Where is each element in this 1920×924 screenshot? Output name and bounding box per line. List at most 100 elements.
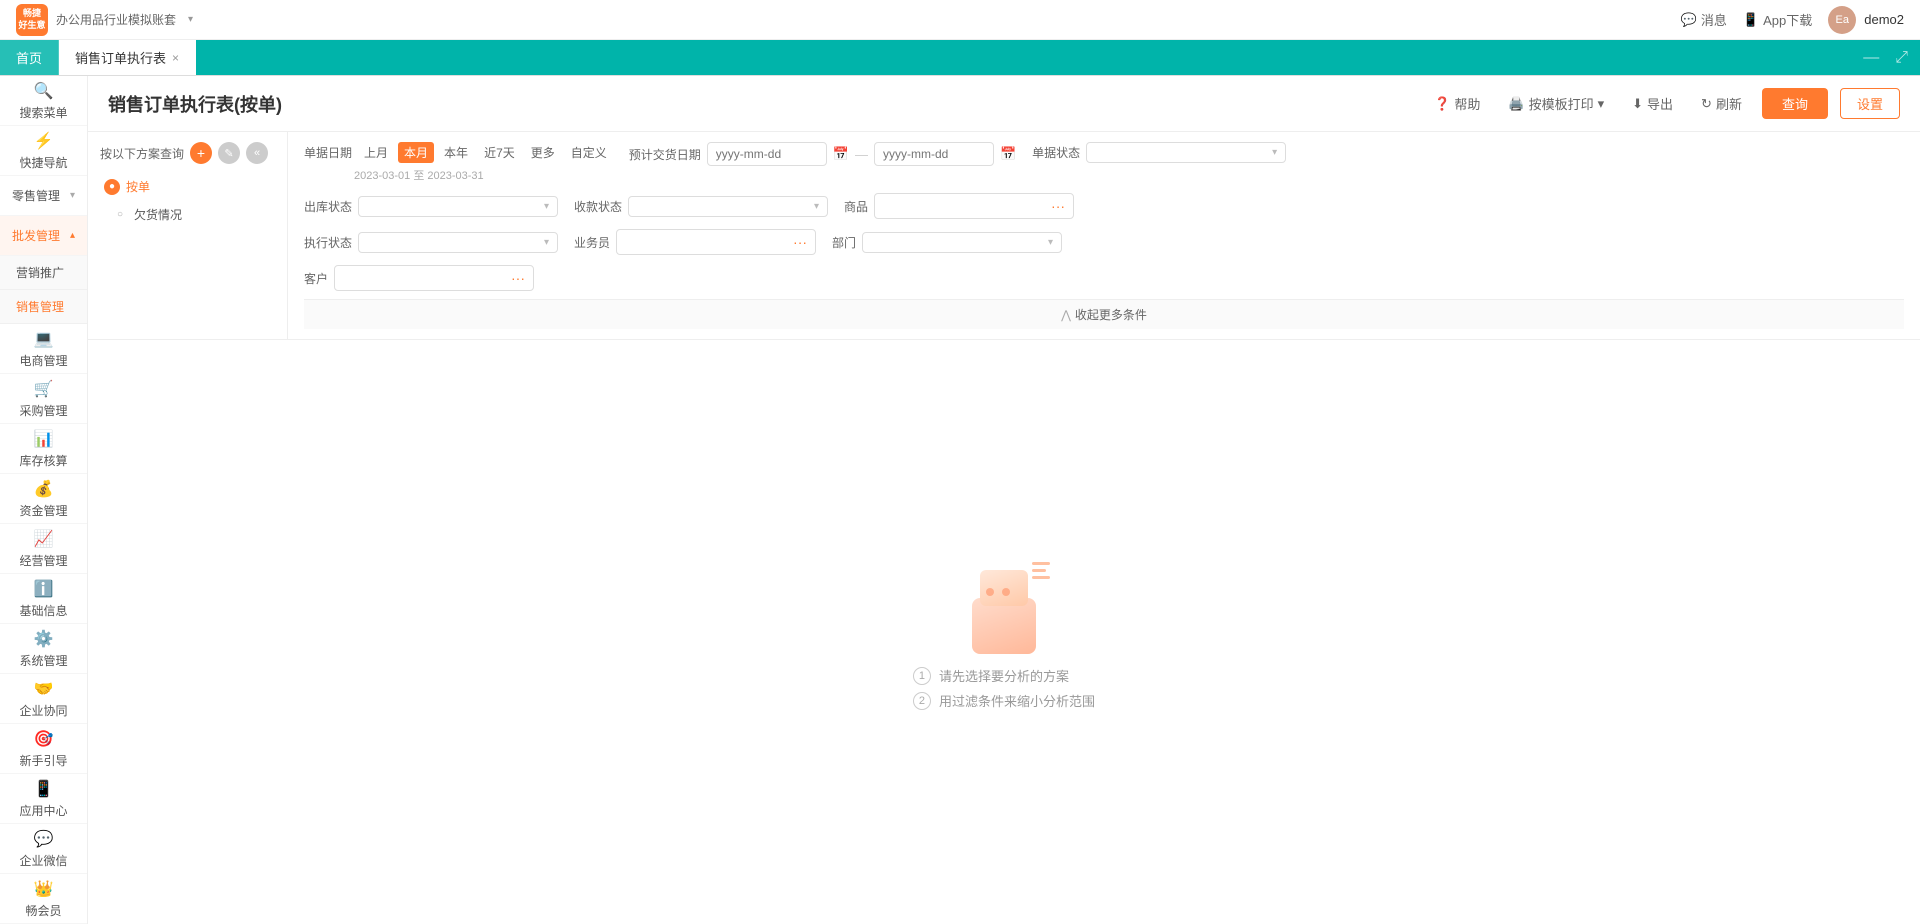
empty-line-1 <box>1032 562 1050 565</box>
date-tab-more[interactable]: 更多 <box>525 142 561 163</box>
tab-active[interactable]: 销售订单执行表 × <box>59 40 196 75</box>
user-section[interactable]: Ea demo2 <box>1828 6 1904 34</box>
customer-dots-icon[interactable]: ··· <box>511 270 525 286</box>
goods-dots-icon[interactable]: ··· <box>1051 198 1065 214</box>
refresh-icon: ↻ <box>1701 96 1712 112</box>
scheme-item-order[interactable]: ● 按单 <box>100 172 275 201</box>
expected-date-start[interactable] <box>707 142 827 166</box>
finance-label: 资金管理 <box>19 502 67 519</box>
message-label: 消息 <box>1701 10 1727 29</box>
scheme-edit-btn[interactable]: ✎ <box>218 142 240 164</box>
empty-box-body <box>972 598 1036 654</box>
sidebar-item-search[interactable]: 🔍 搜索菜单 <box>0 76 87 126</box>
message-icon: 💬 <box>1681 12 1697 28</box>
cal-icon-end: 📅 <box>1000 146 1016 162</box>
basic-info-label: 基础信息 <box>19 602 67 619</box>
sidebar-item-system[interactable]: ⚙️ 系统管理 <box>0 624 87 674</box>
filter-panel: 单据日期 上月 本月 本年 近7天 更多 自定义 2023-03-01 至 20… <box>288 132 1920 339</box>
out-status-select[interactable]: ▾ <box>358 196 558 217</box>
sidebar-item-member[interactable]: 👑 畅会员 <box>0 874 87 924</box>
header-right: 💬 消息 📱 App下载 Ea demo2 <box>1681 6 1904 34</box>
hint-num-1: 1 <box>913 667 931 685</box>
sidebar-item-marketing[interactable]: 营销推广 <box>0 256 87 290</box>
collapse-row[interactable]: ⋀ 收起更多条件 <box>304 299 1904 329</box>
scheme-item-order-label: 按单 <box>126 178 150 195</box>
content-area: 销售订单执行表(按单) ❓ 帮助 🖨️ 按模板打印 ▾ ⬇ 导出 ↻ 刷新 <box>88 76 1920 924</box>
scheme-item-debt[interactable]: ○ 欠货情况 <box>100 201 275 228</box>
date-range-text: 2023-03-01 至 2023-03-31 <box>354 167 613 183</box>
sidebar-item-wholesale[interactable]: 批发管理 ▴ <box>0 216 87 256</box>
scheme-active-dot: ● <box>104 179 120 195</box>
salesman-dots-icon[interactable]: ··· <box>793 234 807 250</box>
message-action[interactable]: 💬 消息 <box>1681 10 1727 29</box>
expected-date-end[interactable] <box>874 142 994 166</box>
app-download-action[interactable]: 📱 App下载 <box>1743 10 1812 29</box>
sidebar-item-ecommerce[interactable]: 💻 电商管理 <box>0 324 87 374</box>
refresh-label: 刷新 <box>1716 94 1742 113</box>
refresh-btn[interactable]: ↻ 刷新 <box>1693 90 1750 117</box>
print-btn[interactable]: 🖨️ 按模板打印 ▾ <box>1500 90 1612 117</box>
scheme-sub-dot: ○ <box>112 207 128 223</box>
sidebar-item-inventory[interactable]: 📊 库存核算 <box>0 424 87 474</box>
sidebar-item-sales[interactable]: 销售管理 <box>0 290 87 324</box>
sidebar-item-finance[interactable]: 💰 资金管理 <box>0 474 87 524</box>
collapse-label: 收起更多条件 <box>1075 306 1147 323</box>
status-select[interactable]: ▾ <box>1086 142 1286 163</box>
receipt-status-arrow-icon: ▾ <box>814 201 819 212</box>
date-tab-this-year[interactable]: 本年 <box>438 142 474 163</box>
user-name[interactable]: demo2 <box>1864 12 1904 27</box>
salesman-group: 业务员 ··· <box>574 229 816 255</box>
goods-label: 商品 <box>844 198 868 215</box>
retail-arrow-icon: ▾ <box>70 190 75 201</box>
export-btn[interactable]: ⬇ 导出 <box>1624 90 1681 117</box>
customer-select[interactable]: ··· <box>334 265 534 291</box>
date-tab-7days[interactable]: 近7天 <box>478 142 521 163</box>
scheme-add-btn[interactable]: + <box>190 142 212 164</box>
sidebar-item-basic-info[interactable]: ℹ️ 基础信息 <box>0 574 87 624</box>
sidebar-item-enterprise[interactable]: 🤝 企业协同 <box>0 674 87 724</box>
goods-select[interactable]: ··· <box>874 193 1074 219</box>
help-btn[interactable]: ❓ 帮助 <box>1426 90 1488 117</box>
enterprise-wechat-icon: 💬 <box>34 829 54 849</box>
sidebar-item-enterprise-wechat[interactable]: 💬 企业微信 <box>0 824 87 874</box>
receipt-status-select[interactable]: ▾ <box>628 196 828 217</box>
date-tab-this-month[interactable]: 本月 <box>398 142 434 163</box>
date-tab-last-month[interactable]: 上月 <box>358 142 394 163</box>
maximize-btn[interactable]: ⤢ <box>1891 45 1912 71</box>
tab-bar-right: — ⤢ <box>1859 40 1920 75</box>
empty-eye-right <box>1002 588 1010 596</box>
settings-btn[interactable]: 设置 <box>1840 88 1900 119</box>
sidebar-item-quick-nav[interactable]: ⚡ 快捷导航 <box>0 126 87 176</box>
dept-select[interactable]: ▾ <box>862 232 1062 253</box>
empty-state: 1 请先选择要分析的方案 2 用过滤条件来缩小分析范围 <box>873 514 1135 750</box>
empty-eyes <box>986 588 1010 596</box>
page-title: 销售订单执行表(按单) <box>108 91 282 117</box>
app-dropdown-arrow[interactable]: ▾ <box>188 14 193 25</box>
search-icon: 🔍 <box>34 81 54 101</box>
filter-row-1: 单据日期 上月 本月 本年 近7天 更多 自定义 2023-03-01 至 20… <box>304 142 1904 183</box>
scheme-item-debt-label: 欠货情况 <box>134 206 182 223</box>
finance-icon: 💰 <box>34 479 54 499</box>
content-body: 1 请先选择要分析的方案 2 用过滤条件来缩小分析范围 <box>88 340 1920 924</box>
tab-close-icon[interactable]: × <box>172 51 179 65</box>
query-btn[interactable]: 查询 <box>1762 88 1828 119</box>
sidebar-item-new-guide[interactable]: 🎯 新手引导 <box>0 724 87 774</box>
operations-label: 经营管理 <box>19 552 67 569</box>
receipt-status-group: 收款状态 ▾ <box>574 196 828 217</box>
empty-line-3 <box>1032 576 1050 579</box>
minimize-btn[interactable]: — <box>1859 45 1883 71</box>
sidebar-item-operations[interactable]: 📈 经营管理 <box>0 524 87 574</box>
sidebar-item-retail[interactable]: 零售管理 ▾ <box>0 176 87 216</box>
expected-date-group: 预计交货日期 📅 — 📅 <box>629 142 1016 166</box>
cal-icon-start: 📅 <box>833 146 849 162</box>
sidebar-item-purchase[interactable]: 🛒 采购管理 <box>0 374 87 424</box>
sidebar-search-label: 搜索菜单 <box>19 104 67 121</box>
exec-status-select[interactable]: ▾ <box>358 232 558 253</box>
export-icon: ⬇ <box>1632 96 1643 112</box>
salesman-select[interactable]: ··· <box>616 229 816 255</box>
tab-home[interactable]: 首页 <box>0 40 59 75</box>
exec-status-group: 执行状态 ▾ <box>304 232 558 253</box>
date-tab-custom[interactable]: 自定义 <box>565 142 613 163</box>
scheme-collapse-btn[interactable]: « <box>246 142 268 164</box>
sidebar-item-app-center[interactable]: 📱 应用中心 <box>0 774 87 824</box>
